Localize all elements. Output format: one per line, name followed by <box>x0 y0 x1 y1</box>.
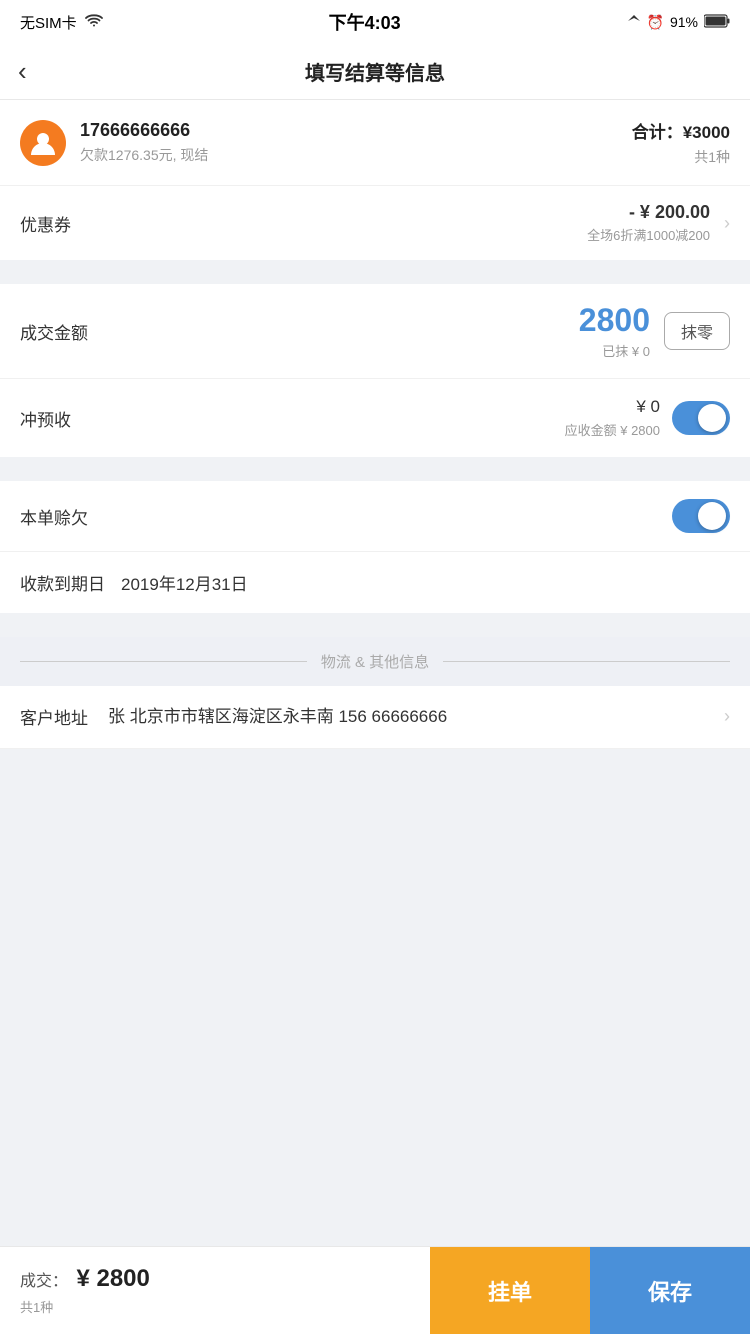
bottom-bar: 成交： ¥ 2800 共1种 挂单 保存 <box>0 1246 750 1334</box>
chevron-right-icon: › <box>724 213 730 234</box>
avatar <box>20 120 66 166</box>
pre-receive-toggle[interactable] <box>672 401 730 435</box>
section-divider-1 <box>0 272 750 284</box>
total-amount: 合计：¥3000 <box>632 118 730 143</box>
save-button[interactable]: 保存 <box>590 1247 750 1334</box>
date-value: 2019年12月31日 <box>121 570 248 595</box>
transaction-amount: 2800 <box>579 302 650 339</box>
logistics-section-header: 物流 & 其他信息 <box>0 637 750 686</box>
toggle-knob <box>698 404 726 432</box>
logistics-header-text: 物流 & 其他信息 <box>321 651 429 672</box>
section-divider-3 <box>0 625 750 637</box>
battery-label: 91% <box>670 14 698 30</box>
address-value: 张 北京市市辖区海淀区永丰南 156 66666666 <box>108 704 718 730</box>
wifi-icon <box>85 13 103 31</box>
transaction-row: 成交金额 2800 已抹 ¥ 0 抹零 <box>0 284 750 379</box>
section-divider-2 <box>0 469 750 481</box>
coupon-right: - ¥ 200.00 全场6折满1000减200 › <box>587 202 730 244</box>
transaction-card: 成交金额 2800 已抹 ¥ 0 抹零 冲预收 ¥ 0 应收金额 ¥ 2800 <box>0 284 750 457</box>
bottom-count: 共1种 <box>20 1297 410 1316</box>
status-right: ⏰ 91% <box>627 14 730 31</box>
back-button[interactable]: ‹ <box>18 56 27 87</box>
alarm-icon: ⏰ <box>647 14 664 31</box>
date-row: 收款到期日 2019年12月31日 <box>0 551 750 613</box>
header-line-right <box>443 661 730 662</box>
debt-label: 本单赊欠 <box>20 504 672 529</box>
debt-toggle[interactable] <box>672 499 730 533</box>
pre-receive-label: 冲预收 <box>20 406 565 431</box>
status-time: 下午4:03 <box>329 9 401 35</box>
nav-bar: ‹ 填写结算等信息 <box>0 44 750 100</box>
round-button[interactable]: 抹零 <box>664 312 730 350</box>
coupon-discount: - ¥ 200.00 <box>587 202 710 223</box>
debt-toggle-knob <box>698 502 726 530</box>
address-card: 客户地址 张 北京市市辖区海淀区永丰南 156 66666666 › <box>0 686 750 749</box>
bottom-summary: 成交： ¥ 2800 共1种 <box>0 1265 430 1316</box>
transaction-right: 2800 已抹 ¥ 0 抹零 <box>579 302 730 360</box>
gray-area <box>0 761 750 941</box>
content: 17666666666 欠款1276.35元, 现结 合计：¥3000 共1种 … <box>0 100 750 1031</box>
page-title: 填写结算等信息 <box>305 57 445 86</box>
pre-amount: ¥ 0 <box>565 397 660 417</box>
pre-receive-row: 冲预收 ¥ 0 应收金额 ¥ 2800 <box>0 379 750 457</box>
debt-row: 本单赊欠 <box>0 481 750 551</box>
transaction-label: 成交金额 <box>20 319 579 344</box>
bottom-amount: ¥ 2800 <box>76 1265 149 1292</box>
hang-button[interactable]: 挂单 <box>430 1247 590 1334</box>
bottom-tx-label: 成交： <box>20 1273 68 1290</box>
debt-card: 本单赊欠 收款到期日 2019年12月31日 <box>0 481 750 613</box>
status-left: 无SIM卡 <box>20 12 103 33</box>
transaction-sub: 已抹 ¥ 0 <box>579 341 650 360</box>
header-line-left <box>20 661 307 662</box>
date-label: 收款到期日 <box>20 570 105 595</box>
address-label: 客户地址 <box>20 704 88 729</box>
total-sub: 共1种 <box>632 147 730 167</box>
location-icon <box>627 14 641 31</box>
coupon-row[interactable]: 优惠券 - ¥ 200.00 全场6折满1000减200 › <box>0 185 750 260</box>
user-card: 17666666666 欠款1276.35元, 现结 合计：¥3000 共1种 … <box>0 100 750 260</box>
user-phone: 17666666666 <box>80 120 632 141</box>
pre-sub: 应收金额 ¥ 2800 <box>565 420 660 439</box>
coupon-desc: 全场6折满1000减200 <box>587 225 710 244</box>
battery-icon <box>704 14 730 31</box>
coupon-label: 优惠券 <box>20 211 587 236</box>
address-chevron-icon: › <box>724 706 730 727</box>
sim-label: 无SIM卡 <box>20 12 77 33</box>
address-row[interactable]: 客户地址 张 北京市市辖区海淀区永丰南 156 66666666 › <box>0 686 750 749</box>
user-sub: 欠款1276.35元, 现结 <box>80 145 632 165</box>
pre-receive-right: ¥ 0 应收金额 ¥ 2800 <box>565 397 730 439</box>
status-bar: 无SIM卡 下午4:03 ⏰ 91% <box>0 0 750 44</box>
user-info: 17666666666 欠款1276.35元, 现结 <box>80 120 632 165</box>
total-info: 合计：¥3000 共1种 <box>632 118 730 167</box>
user-row: 17666666666 欠款1276.35元, 现结 合计：¥3000 共1种 <box>0 100 750 185</box>
